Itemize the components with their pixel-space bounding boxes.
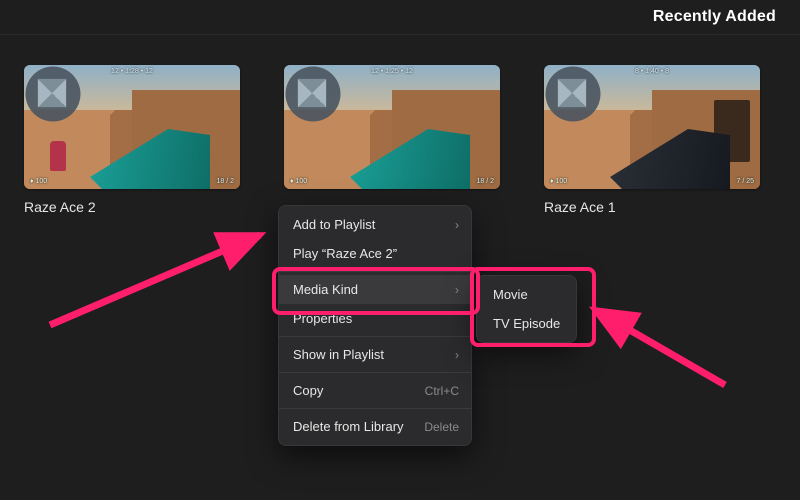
annotation-arrow-icon: [575, 295, 735, 395]
menu-item-label: Show in Playlist: [293, 347, 384, 362]
menu-item-play[interactable]: Play “Raze Ace 2”: [279, 239, 471, 268]
menu-item-label: Properties: [293, 311, 352, 326]
menu-item-delete[interactable]: Delete from Library Delete: [279, 412, 471, 441]
submenu-item-tv-episode[interactable]: TV Episode: [477, 309, 576, 338]
menu-item-label: Delete from Library: [293, 419, 404, 434]
video-title: Raze Ace 1: [544, 199, 760, 215]
video-gallery: 12 • 1:28 • 12 ♦ 100 18 / 2 Raze Ace 2 1…: [0, 35, 800, 245]
menu-item-label: Media Kind: [293, 282, 358, 297]
submenu-item-movie[interactable]: Movie: [477, 280, 576, 309]
media-kind-submenu: Movie TV Episode: [476, 275, 577, 343]
menu-item-copy[interactable]: Copy Ctrl+C: [279, 376, 471, 405]
menu-item-label: TV Episode: [493, 316, 560, 331]
menu-item-label: Play “Raze Ace 2”: [293, 246, 397, 261]
menu-separator: [279, 408, 471, 409]
menu-item-show-in-playlist[interactable]: Show in Playlist ›: [279, 340, 471, 369]
video-card[interactable]: 12 • 1:25 • 12 ♦ 100 18 / 2: [284, 65, 500, 199]
menu-separator: [279, 271, 471, 272]
menu-separator: [279, 372, 471, 373]
menu-item-properties[interactable]: Properties: [279, 304, 471, 333]
video-thumbnail[interactable]: 8 • 1:40 • 8 ♦ 100 7 / 25: [544, 65, 760, 189]
menu-item-label: Movie: [493, 287, 528, 302]
video-title: Raze Ace 2: [24, 199, 240, 215]
menu-item-add-to-playlist[interactable]: Add to Playlist ›: [279, 210, 471, 239]
menu-item-label: Add to Playlist: [293, 217, 375, 232]
chevron-right-icon: ›: [455, 348, 459, 362]
video-thumbnail[interactable]: 12 • 1:28 • 12 ♦ 100 18 / 2: [24, 65, 240, 189]
menu-item-shortcut: Delete: [424, 420, 459, 434]
annotation-arrow-icon: [40, 215, 280, 335]
menu-item-shortcut: Ctrl+C: [425, 384, 459, 398]
chevron-right-icon: ›: [455, 283, 459, 297]
section-header: Recently Added: [0, 0, 800, 35]
context-menu: Add to Playlist › Play “Raze Ace 2” Medi…: [278, 205, 472, 446]
menu-item-label: Copy: [293, 383, 323, 398]
menu-separator: [279, 336, 471, 337]
video-thumbnail[interactable]: 12 • 1:25 • 12 ♦ 100 18 / 2: [284, 65, 500, 189]
menu-item-media-kind[interactable]: Media Kind ›: [279, 275, 471, 304]
section-title: Recently Added: [653, 8, 776, 26]
video-card[interactable]: 8 • 1:40 • 8 ♦ 100 7 / 25 Raze Ace 1: [544, 65, 760, 215]
chevron-right-icon: ›: [455, 218, 459, 232]
video-card[interactable]: 12 • 1:28 • 12 ♦ 100 18 / 2 Raze Ace 2: [24, 65, 240, 215]
